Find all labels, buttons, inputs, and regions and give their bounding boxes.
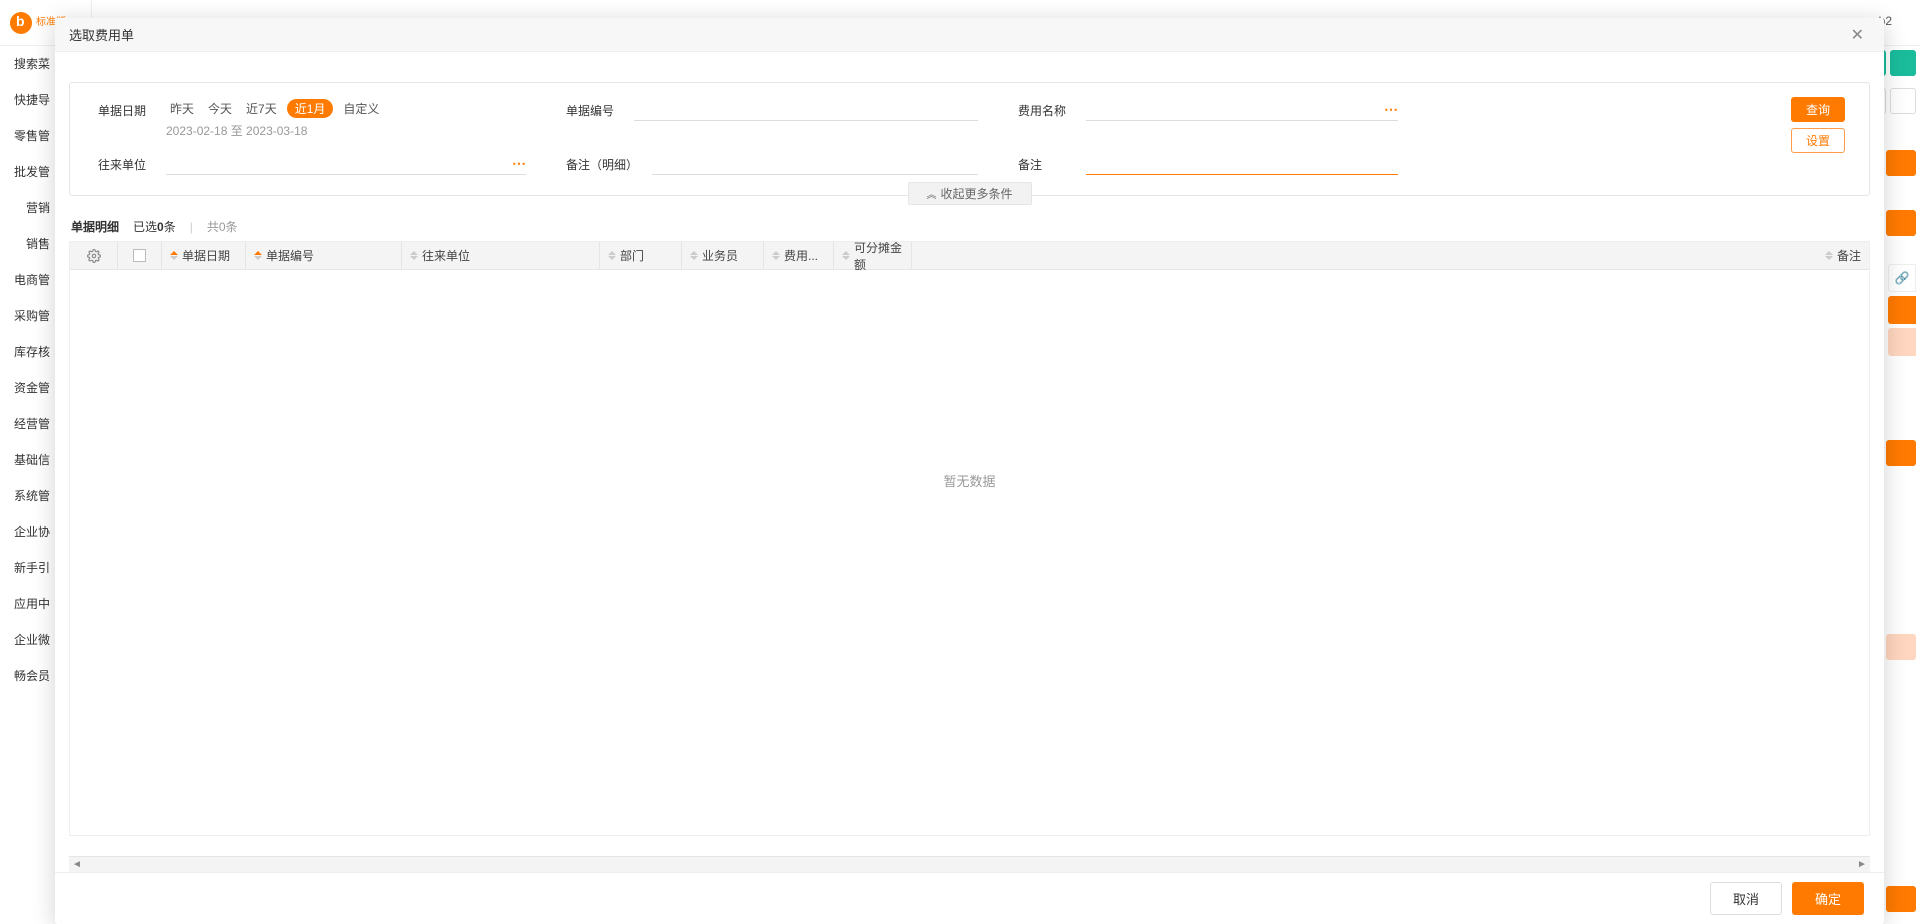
- cancel-button[interactable]: 取消: [1710, 882, 1782, 915]
- confirm-button[interactable]: 确定: [1792, 882, 1864, 915]
- filter-label-date: 单据日期: [98, 99, 166, 119]
- table: 单据日期 单据编号 往来单位 部门: [69, 241, 1870, 836]
- remark-detail-input[interactable]: [652, 153, 978, 175]
- sort-icon: [608, 251, 616, 260]
- scroll-right-icon[interactable]: ►: [1854, 857, 1870, 872]
- column-settings[interactable]: [70, 242, 118, 269]
- date-tag-month[interactable]: 近1月: [287, 99, 334, 118]
- modal-body: 单据日期 昨天 今天 近7天 近1月 自定义 2023-02-18 至 2023…: [55, 52, 1884, 872]
- collapse-filters-button[interactable]: ︽ 收起更多条件: [907, 182, 1031, 205]
- column-header-amount[interactable]: 可分摊金额: [834, 242, 912, 269]
- date-tag-today[interactable]: 今天: [204, 99, 236, 118]
- fee-name-input[interactable]: [1086, 99, 1398, 121]
- sort-icon: [842, 251, 850, 260]
- total-count: 共0条: [207, 218, 238, 235]
- column-header-dept[interactable]: 部门: [600, 242, 682, 269]
- date-range-tags: 昨天 今天 近7天 近1月 自定义: [166, 99, 526, 118]
- checkbox-icon: [133, 249, 146, 262]
- list-detail-label: 单据明细: [71, 218, 119, 235]
- select-all-checkbox[interactable]: [118, 242, 162, 269]
- separator: |: [190, 220, 193, 234]
- sort-icon: [170, 251, 178, 260]
- modal-footer: 取消 确定: [55, 872, 1884, 924]
- column-header-staff[interactable]: 业务员: [682, 242, 764, 269]
- gear-icon: [87, 249, 101, 263]
- sort-icon: [690, 251, 698, 260]
- chevron-up-icon: ︽: [926, 186, 936, 201]
- ellipsis-icon[interactable]: ⋯: [1384, 101, 1398, 118]
- sort-icon: [772, 251, 780, 260]
- filter-label-remark-detail: 备注（明细）: [566, 153, 652, 173]
- empty-state: 暂无数据: [70, 270, 1869, 690]
- filter-label-partner: 往来单位: [98, 153, 166, 173]
- query-button[interactable]: 查询: [1791, 97, 1845, 122]
- date-range-text: 2023-02-18 至 2023-03-18: [166, 122, 526, 139]
- partner-input[interactable]: [166, 153, 526, 175]
- column-header-remark[interactable]: 备注: [912, 242, 1869, 269]
- column-header-partner[interactable]: 往来单位: [402, 242, 600, 269]
- filter-panel: 单据日期 昨天 今天 近7天 近1月 自定义 2023-02-18 至 2023…: [69, 82, 1870, 196]
- modal-dialog: 选取费用单 ✕ 单据日期 昨天 今天 近7天 近1月 自定义: [55, 18, 1884, 924]
- filter-buttons: 查询 设置: [1791, 97, 1845, 153]
- code-input[interactable]: [634, 99, 978, 121]
- selected-count: 已选0条: [133, 218, 176, 235]
- modal-overlay: 选取费用单 ✕ 单据日期 昨天 今天 近7天 近1月 自定义: [0, 0, 1920, 924]
- sort-icon: [410, 251, 418, 260]
- date-tag-yesterday[interactable]: 昨天: [166, 99, 198, 118]
- column-header-code[interactable]: 单据编号: [246, 242, 402, 269]
- filter-label-fee-name: 费用名称: [1018, 99, 1086, 119]
- close-icon[interactable]: ✕: [1845, 23, 1870, 47]
- empty-text: 暂无数据: [943, 471, 995, 490]
- scroll-left-icon[interactable]: ◄: [69, 857, 85, 872]
- date-tag-week[interactable]: 近7天: [242, 99, 281, 118]
- horizontal-scrollbar[interactable]: ◄ ►: [69, 856, 1870, 872]
- settings-button[interactable]: 设置: [1791, 128, 1845, 153]
- modal-header: 选取费用单 ✕: [55, 18, 1884, 52]
- modal-title: 选取费用单: [69, 25, 134, 44]
- list-summary-row: 单据明细 已选0条 | 共0条: [71, 218, 1870, 235]
- date-tag-custom[interactable]: 自定义: [339, 99, 383, 118]
- filter-label-remark: 备注: [1018, 153, 1086, 173]
- sort-icon: [254, 251, 262, 260]
- column-header-date[interactable]: 单据日期: [162, 242, 246, 269]
- ellipsis-icon[interactable]: ⋯: [512, 155, 526, 172]
- column-header-fee[interactable]: 费用...: [764, 242, 834, 269]
- sort-icon: [1825, 251, 1833, 260]
- collapse-text: 收起更多条件: [940, 185, 1012, 202]
- filter-label-code: 单据编号: [566, 99, 634, 119]
- table-header: 单据日期 单据编号 往来单位 部门: [70, 242, 1869, 270]
- remark-input[interactable]: [1086, 153, 1398, 175]
